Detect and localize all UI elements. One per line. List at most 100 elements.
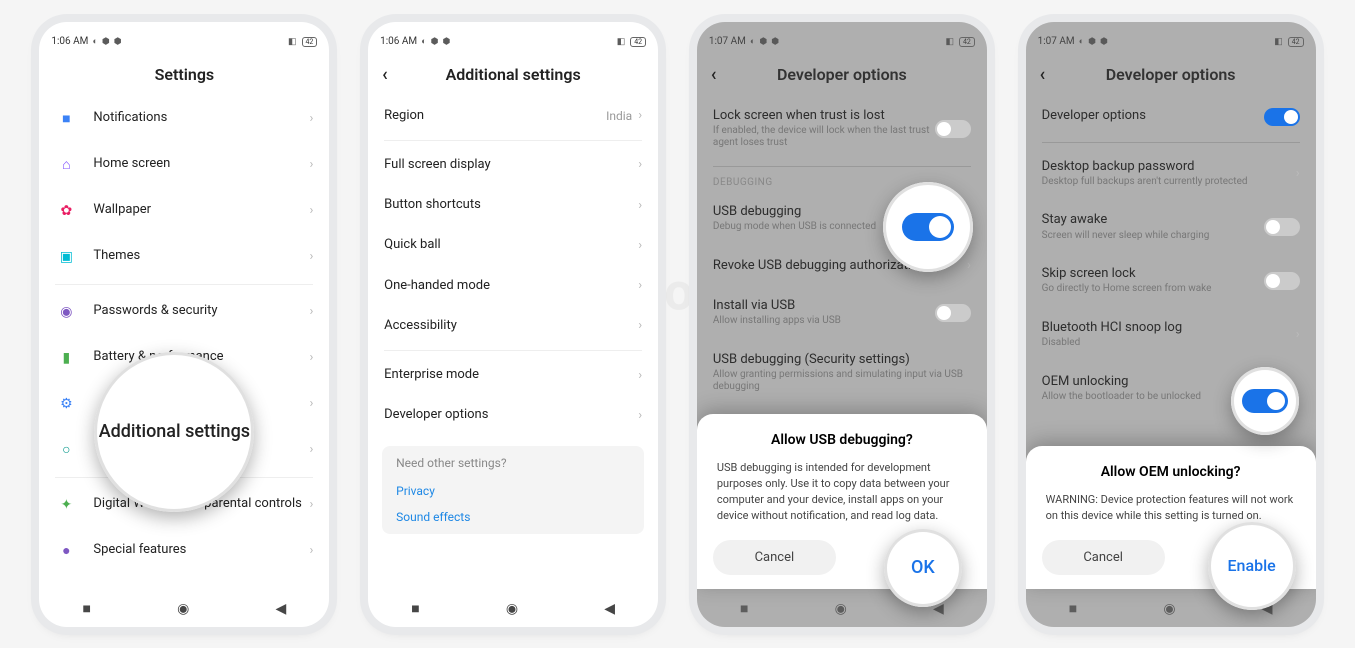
- divider: [1042, 142, 1300, 143]
- row-wallpaper[interactable]: ✿Wallpaper›: [39, 188, 329, 234]
- chevron-right-icon: ›: [309, 157, 313, 172]
- nav-back-icon[interactable]: ◀: [604, 601, 615, 617]
- row-special-features[interactable]: ●Special features›: [39, 528, 329, 574]
- chevron-right-icon: ›: [638, 278, 642, 293]
- row-enterprise[interactable]: Enterprise mode›: [368, 355, 658, 395]
- nav-bar: ■ ◉ ◀: [368, 591, 658, 627]
- nav-bar: ■ ◉ ◀: [39, 591, 329, 627]
- header: ‹ Developer options: [1026, 54, 1316, 96]
- chevron-right-icon: ›: [309, 111, 313, 126]
- nav-recent-icon[interactable]: ■: [740, 600, 748, 617]
- magnifier-enable: Enable: [1208, 522, 1296, 610]
- row-home-screen[interactable]: ⌂Home screen›: [39, 142, 329, 188]
- nav-home-icon[interactable]: ◉: [1163, 601, 1175, 617]
- row-passwords[interactable]: ◉Passwords & security›: [39, 289, 329, 335]
- link-sound-effects[interactable]: Sound effects: [396, 504, 630, 530]
- wallpaper-icon: ✿: [55, 200, 77, 222]
- wellbeing-icon: ✦: [55, 494, 77, 516]
- chevron-right-icon: ›: [638, 318, 642, 333]
- nav-home-icon[interactable]: ◉: [506, 601, 518, 617]
- status-bar: 1:06 AM◐⬢⬢ ◧42: [39, 30, 329, 54]
- toggle-install-usb[interactable]: [935, 304, 971, 322]
- dialog-title: Allow OEM unlocking?: [1026, 464, 1316, 480]
- battery-icon: ▮: [55, 347, 77, 369]
- link-privacy[interactable]: Privacy: [396, 478, 630, 504]
- cancel-button[interactable]: Cancel: [713, 540, 836, 575]
- row-developer-options[interactable]: Developer options: [1026, 96, 1316, 138]
- nav-back-icon[interactable]: ◀: [275, 601, 286, 617]
- row-install-usb[interactable]: Install via USBAllow installing apps via…: [697, 286, 987, 340]
- chevron-right-icon: ›: [638, 408, 642, 423]
- help-question: Need other settings?: [396, 456, 630, 470]
- divider: [713, 166, 971, 167]
- page-title: Developer options: [1106, 65, 1236, 84]
- dialog-title: Allow USB debugging?: [697, 432, 987, 448]
- row-developer-options[interactable]: Developer options›: [368, 395, 658, 435]
- phone-additional-settings: 1:06 AM◐⬢⬢ ◧42 ‹ Additional settings Reg…: [368, 22, 658, 627]
- home-icon: ⌂: [55, 154, 77, 176]
- row-notifications[interactable]: ■Notifications›: [39, 96, 329, 142]
- toggle-skip-lock[interactable]: [1264, 272, 1300, 290]
- back-button[interactable]: ‹: [1040, 64, 1046, 85]
- chevron-right-icon: ›: [309, 497, 313, 512]
- notifications-icon: ■: [55, 108, 77, 130]
- row-themes[interactable]: ▣Themes›: [39, 234, 329, 280]
- region-value: India: [606, 109, 632, 123]
- dialog-body: USB debugging is intended for developmen…: [697, 460, 987, 524]
- row-quick-ball[interactable]: Quick ball›: [368, 225, 658, 265]
- back-button[interactable]: ‹: [711, 64, 717, 85]
- page-title: Settings: [155, 65, 215, 84]
- gear-icon: ⚙: [55, 393, 77, 415]
- magnifier-additional-settings: Additional settings: [94, 352, 254, 512]
- security-icon: ◉: [55, 301, 77, 323]
- magnifier-ok: OK: [884, 529, 962, 607]
- nav-home-icon[interactable]: ◉: [177, 601, 189, 617]
- row-button-shortcuts[interactable]: Button shortcuts›: [368, 185, 658, 225]
- chevron-right-icon: ›: [309, 304, 313, 319]
- nav-recent-icon[interactable]: ■: [411, 600, 419, 617]
- divider: [384, 350, 642, 351]
- magnifier-usb-toggle: [883, 182, 973, 272]
- row-full-screen[interactable]: Full screen display›: [368, 145, 658, 185]
- cancel-button[interactable]: Cancel: [1042, 540, 1165, 575]
- row-backup-password[interactable]: Desktop backup passwordDesktop full back…: [1026, 147, 1316, 201]
- nav-recent-icon[interactable]: ■: [82, 600, 90, 617]
- chevron-right-icon: ›: [309, 396, 313, 411]
- chevron-right-icon: ›: [1296, 166, 1300, 181]
- chevron-right-icon: ›: [638, 238, 642, 253]
- toggle-on-icon: [902, 213, 954, 241]
- chevron-right-icon: ›: [309, 350, 313, 365]
- header: Settings: [39, 54, 329, 96]
- toggle-developer-options[interactable]: [1264, 108, 1300, 126]
- divider: [384, 140, 642, 141]
- chevron-right-icon: ›: [309, 203, 313, 218]
- row-stay-awake[interactable]: Stay awakeScreen will never sleep while …: [1026, 200, 1316, 254]
- row-one-handed[interactable]: One-handed mode›: [368, 266, 658, 306]
- nav-recent-icon[interactable]: ■: [1069, 600, 1077, 617]
- toggle-on-icon: [1242, 389, 1288, 413]
- themes-icon: ▣: [55, 246, 77, 268]
- help-box: Need other settings? Privacy Sound effec…: [382, 446, 644, 534]
- toggle-stay-awake[interactable]: [1264, 218, 1300, 236]
- row-hci-snoop[interactable]: Bluetooth HCI snoop logDisabled›: [1026, 308, 1316, 362]
- row-skip-lock[interactable]: Skip screen lockGo directly to Home scre…: [1026, 254, 1316, 308]
- row-accessibility[interactable]: Accessibility›: [368, 306, 658, 346]
- chevron-right-icon: ›: [309, 249, 313, 264]
- back-button[interactable]: ‹: [382, 64, 388, 85]
- divider: [55, 284, 313, 285]
- chevron-right-icon: ›: [638, 198, 642, 213]
- special-icon: ●: [55, 540, 77, 562]
- phone-oem-unlocking: 1:07 AM◐⬢⬢ ◧42 ‹ Developer options Devel…: [1026, 22, 1316, 627]
- nav-home-icon[interactable]: ◉: [835, 601, 847, 617]
- chevron-right-icon: ›: [1296, 327, 1300, 342]
- toggle-lock-trust[interactable]: [935, 120, 971, 138]
- chevron-right-icon: ›: [638, 368, 642, 383]
- page-title: Additional settings: [446, 65, 581, 84]
- row-usb-security[interactable]: USB debugging (Security settings)Allow g…: [697, 340, 987, 406]
- header: ‹ Developer options: [697, 54, 987, 96]
- row-region[interactable]: RegionIndia›: [368, 96, 658, 136]
- chevron-right-icon: ›: [638, 157, 642, 172]
- row-lock-screen-trust[interactable]: Lock screen when trust is lostIf enabled…: [697, 96, 987, 162]
- magnifier-oem-toggle: [1231, 367, 1299, 435]
- status-bar: 1:07 AM◐⬢⬢ ◧42: [697, 30, 987, 54]
